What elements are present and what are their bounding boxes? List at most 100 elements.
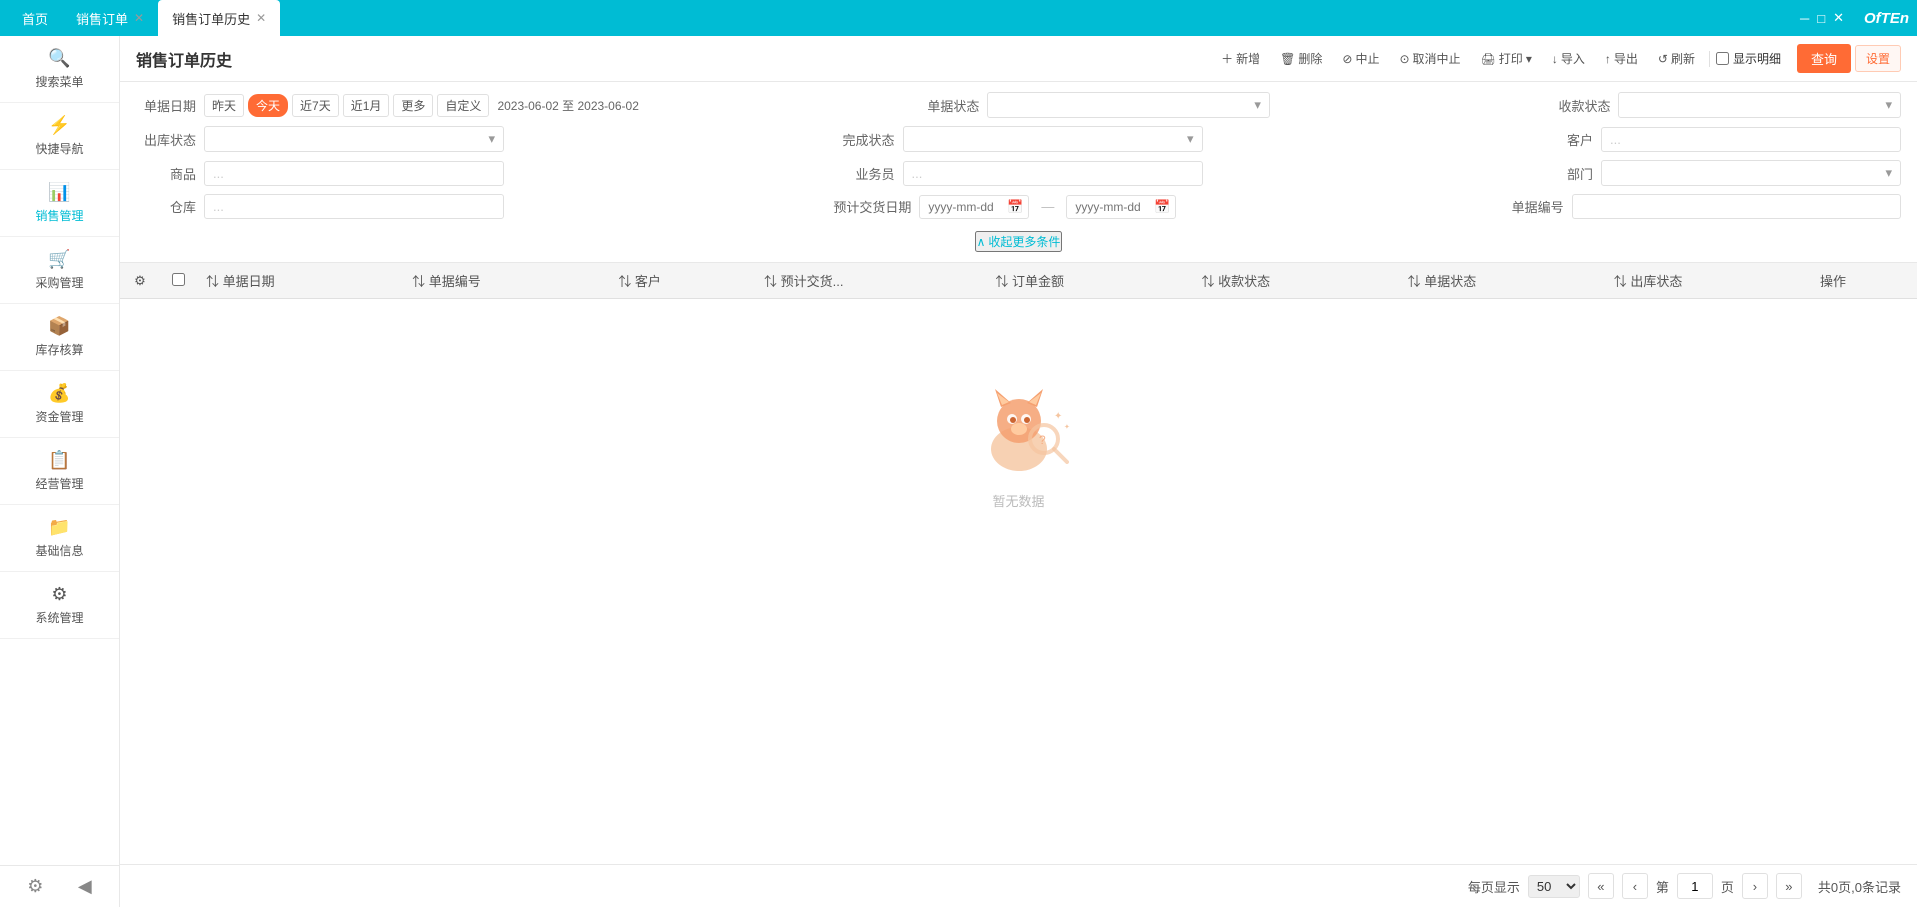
- th-checkbox[interactable]: [160, 263, 196, 299]
- order-no-input[interactable]: [1572, 194, 1901, 219]
- customer-value: ...: [1610, 132, 1621, 147]
- collapse-button[interactable]: ∧ 收起更多条件: [975, 231, 1063, 252]
- sidebar-item-sales[interactable]: 📊 销售管理: [0, 170, 119, 237]
- warehouse-select[interactable]: ...: [204, 194, 504, 219]
- page-title: 销售订单历史: [136, 47, 232, 71]
- query-button[interactable]: 查询: [1797, 44, 1851, 73]
- th-delivery[interactable]: ⇅ 预计交货...: [754, 263, 985, 299]
- th-pay-status[interactable]: ⇅ 收款状态: [1191, 263, 1397, 299]
- empty-illustration: ? ✦ ✦: [959, 379, 1079, 479]
- prev-page-btn[interactable]: ‹: [1622, 873, 1648, 899]
- th-date-label: ⇅ 单据日期: [206, 274, 275, 289]
- customer-label: 客户: [1533, 130, 1593, 149]
- window-min-icon[interactable]: ─: [1800, 11, 1809, 26]
- settings-button[interactable]: 设置: [1855, 45, 1901, 72]
- main-table: ⚙ ⇅ 单据日期 ⇅ 单据编号 ⇅ 客户: [120, 263, 1917, 299]
- sidebar-item-system[interactable]: ⚙ 系统管理: [0, 572, 119, 639]
- select-all-checkbox[interactable]: [172, 273, 185, 286]
- sidebar-item-purchase[interactable]: 🛒 采购管理: [0, 237, 119, 304]
- delivery-date-to-wrapper: 📅: [1066, 195, 1176, 219]
- sidebar-item-inventory[interactable]: 📦 库存核算: [0, 304, 119, 371]
- import-label: 导入: [1561, 50, 1585, 67]
- th-date[interactable]: ⇅ 单据日期: [196, 263, 402, 299]
- system-icon: ⚙: [51, 584, 67, 605]
- th-amount[interactable]: ⇅ 订单金额: [985, 263, 1191, 299]
- print-dropdown-icon: [1526, 52, 1532, 66]
- date-btn-more[interactable]: 更多: [393, 94, 433, 117]
- sidebar-item-basic[interactable]: 📁 基础信息: [0, 505, 119, 572]
- delivery-date-to[interactable]: [1066, 195, 1176, 219]
- sidebar-item-operation[interactable]: 📋 经营管理: [0, 438, 119, 505]
- complete-chevron: [1187, 131, 1194, 147]
- delete-icon: 🗑: [1280, 52, 1295, 66]
- salesman-select[interactable]: ...: [903, 161, 1203, 186]
- sidebar: 🔍 搜索菜单 ⚡ 快捷导航 📊 销售管理 🛒 采购管理 📦 库存核算 💰 资金管…: [0, 36, 120, 907]
- svg-text:?: ?: [1039, 433, 1046, 447]
- salesman-value: ...: [912, 166, 923, 181]
- outbound-select[interactable]: [204, 126, 504, 152]
- th-customer[interactable]: ⇅ 客户: [608, 263, 754, 299]
- date-btn-1month[interactable]: 近1月: [343, 94, 390, 117]
- export-button[interactable]: ↑ 导出: [1597, 46, 1646, 71]
- cancel-stop-button[interactable]: ⊙ 取消中止: [1391, 46, 1468, 71]
- new-button[interactable]: ＋ 新增: [1213, 46, 1268, 71]
- first-page-btn[interactable]: «: [1588, 873, 1614, 899]
- th-settings[interactable]: ⚙: [120, 263, 160, 299]
- page-number-input[interactable]: [1677, 873, 1713, 899]
- bill-status-select[interactable]: [987, 92, 1270, 118]
- sidebar-item-inventory-label: 库存核算: [35, 341, 83, 358]
- customer-select[interactable]: ...: [1601, 127, 1901, 152]
- tab-sales-order-history[interactable]: 销售订单历史 ✕: [158, 0, 280, 36]
- refresh-button[interactable]: ↺ 刷新: [1650, 46, 1703, 71]
- sidebar-collapse-icon[interactable]: ◀: [78, 876, 92, 897]
- tab-sales-order-history-close[interactable]: ✕: [256, 11, 266, 25]
- pay-status-select[interactable]: [1618, 92, 1901, 118]
- window-close-icon[interactable]: ✕: [1833, 10, 1844, 26]
- operation-icon: 📋: [48, 450, 70, 471]
- sidebar-item-system-label: 系统管理: [35, 609, 83, 626]
- query-label: 查询: [1811, 52, 1837, 67]
- stop-icon: ⊘: [1342, 52, 1352, 66]
- tab-home[interactable]: 首页: [8, 0, 62, 36]
- tab-home-label: 首页: [22, 9, 48, 28]
- cancel-stop-label: 取消中止: [1413, 50, 1461, 67]
- tab-sales-order[interactable]: 销售订单 ✕: [62, 0, 158, 36]
- complete-select[interactable]: [903, 126, 1203, 152]
- th-bill-status[interactable]: ⇅ 单据状态: [1398, 263, 1604, 299]
- delivery-date-from[interactable]: [919, 195, 1029, 219]
- tab-sales-order-close[interactable]: ✕: [134, 11, 144, 25]
- sidebar-item-purchase-label: 采购管理: [35, 274, 83, 291]
- brand-label: OfTEn: [1864, 10, 1909, 27]
- next-page-btn[interactable]: ›: [1742, 873, 1768, 899]
- page-size-select[interactable]: 50 10 20 100: [1528, 875, 1580, 898]
- date-btn-yesterday[interactable]: 昨天: [204, 94, 244, 117]
- date-btn-today[interactable]: 今天: [248, 94, 288, 117]
- goods-label: 商品: [136, 164, 196, 183]
- toolbar-divider: [1709, 51, 1710, 67]
- display-toggle[interactable]: 显示明细: [1716, 50, 1781, 67]
- print-button[interactable]: 🖨 打印: [1473, 46, 1540, 71]
- display-checkbox[interactable]: [1716, 52, 1729, 65]
- dept-select[interactable]: [1601, 160, 1901, 186]
- window-max-icon[interactable]: □: [1817, 11, 1825, 26]
- warehouse-label: 仓库: [136, 197, 196, 216]
- sidebar-item-search[interactable]: 🔍 搜索菜单: [0, 36, 119, 103]
- sidebar-item-quick-nav[interactable]: ⚡ 快捷导航: [0, 103, 119, 170]
- goods-select[interactable]: ...: [204, 161, 504, 186]
- import-button[interactable]: ↓ 导入: [1544, 46, 1593, 71]
- date-btn-7days[interactable]: 近7天: [292, 94, 339, 117]
- filter-row-4: 仓库 ... 预计交货日期 📅 — 📅 单据编号: [136, 194, 1901, 219]
- delete-button[interactable]: 🗑 删除: [1272, 46, 1330, 71]
- stop-button[interactable]: ⊘ 中止: [1334, 46, 1387, 71]
- page-header: 销售订单历史 ＋ 新增 🗑 删除 ⊘ 中止 ⊙ 取消中止: [120, 36, 1917, 82]
- table-container[interactable]: ⚙ ⇅ 单据日期 ⇅ 单据编号 ⇅ 客户: [120, 263, 1917, 864]
- th-no[interactable]: ⇅ 单据编号: [402, 263, 608, 299]
- th-out-status[interactable]: ⇅ 出库状态: [1604, 263, 1810, 299]
- settings-gear-icon[interactable]: ⚙: [134, 273, 146, 288]
- sidebar-settings-icon[interactable]: ⚙: [27, 876, 43, 897]
- sidebar-item-finance[interactable]: 💰 资金管理: [0, 371, 119, 438]
- last-page-btn[interactable]: »: [1776, 873, 1802, 899]
- bill-status-label: 单据状态: [919, 96, 979, 115]
- page-unit-label: 页: [1721, 877, 1734, 896]
- date-btn-custom[interactable]: 自定义: [437, 94, 489, 117]
